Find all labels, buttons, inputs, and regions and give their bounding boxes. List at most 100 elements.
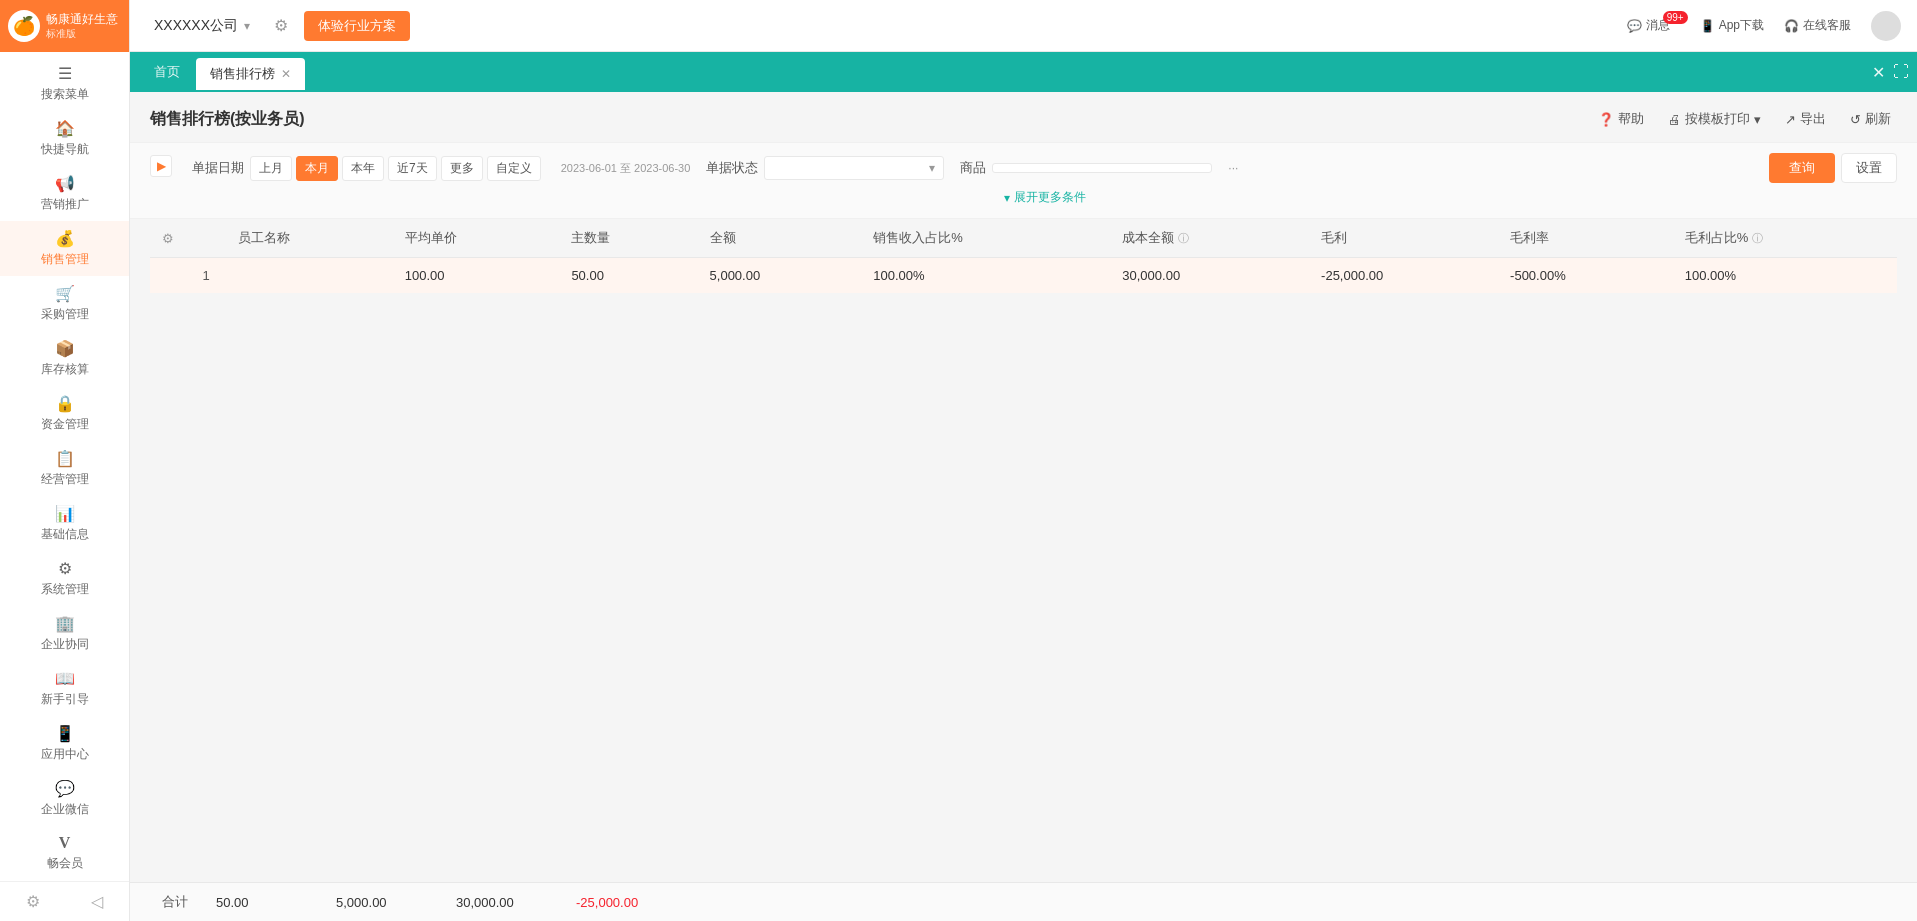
status-select[interactable]: ▾: [764, 156, 944, 180]
sidebar-item-search-order[interactable]: ☰ 搜索菜单: [0, 56, 129, 111]
sidebar-item-system[interactable]: ⚙ 系统管理: [0, 551, 129, 606]
sidebar-label-search: 搜索菜单: [41, 86, 89, 103]
wechat-icon: 💬: [55, 779, 75, 798]
date-btn-custom[interactable]: 自定义: [487, 156, 541, 181]
export-icon: ↗: [1785, 112, 1796, 127]
main-content: XXXXXX公司 ▾ ⚙ 体验行业方案 💬 消息 99+ 📱 App下载 🎧 在…: [130, 0, 1917, 921]
settings-btn[interactable]: 设置: [1841, 153, 1897, 183]
col-gross-rate: 毛利率: [1498, 219, 1673, 258]
page-header: 销售排行榜(按业务员) ❓ 帮助 🖨 按模板打印 ▾ ↗ 导出 ↺ 刷新: [130, 92, 1917, 143]
row-gross-ratio: 100.00%: [1673, 258, 1897, 294]
sidebar-logo: 🍊 畅康通好生意 标准版: [0, 0, 129, 52]
sidebar-item-quick-nav[interactable]: 🏠 快捷导航: [0, 111, 129, 166]
tab-close-icon[interactable]: ✕: [281, 67, 291, 81]
online-support-label: 在线客服: [1803, 17, 1851, 34]
goods-label: 商品: [960, 159, 986, 177]
help-icon: ❓: [1598, 112, 1614, 127]
date-btn-more[interactable]: 更多: [441, 156, 483, 181]
date-label: 单据日期: [192, 159, 244, 177]
sidebar-label-system: 系统管理: [41, 581, 89, 598]
sidebar-item-purchase[interactable]: 🛒 采购管理: [0, 276, 129, 331]
row-gross-rate: -500.00%: [1498, 258, 1673, 294]
date-btn-last-month[interactable]: 上月: [250, 156, 292, 181]
sidebar-item-base-info[interactable]: 📊 基础信息: [0, 496, 129, 551]
app-center-icon: 📱: [55, 724, 75, 743]
export-btn[interactable]: ↗ 导出: [1779, 106, 1832, 132]
sidebar-label-wechat: 企业微信: [41, 801, 89, 818]
sidebar-item-enterprise[interactable]: 🏢 企业协同: [0, 606, 129, 661]
online-support-btn[interactable]: 🎧 在线客服: [1784, 17, 1851, 34]
col-rank: [186, 219, 226, 258]
date-btn-this-month[interactable]: 本月: [296, 156, 338, 181]
tab-bar-right: ✕ ⛶: [1872, 63, 1909, 82]
goods-filter-group: 商品: [960, 159, 1212, 177]
inventory-icon: 📦: [55, 339, 75, 358]
industry-btn[interactable]: 体验行业方案: [304, 11, 410, 41]
sidebar-item-inventory[interactable]: 📦 库存核算: [0, 331, 129, 386]
status-select-arrow-icon: ▾: [929, 161, 935, 175]
col-amount: 全额: [698, 219, 862, 258]
footer-gross: -25,000.00: [576, 895, 676, 910]
guide-icon: 📖: [55, 669, 75, 688]
sidebar-item-wechat[interactable]: 💬 企业微信: [0, 771, 129, 826]
sidebar-label-guide: 新手引导: [41, 691, 89, 708]
company-selector[interactable]: XXXXXX公司 ▾: [146, 13, 258, 39]
gross-ratio-info-icon[interactable]: ⓘ: [1752, 232, 1763, 244]
refresh-label: 刷新: [1865, 110, 1891, 128]
status-label: 单据状态: [706, 159, 758, 177]
date-range-group: 上月 本月 本年 近7天 更多 自定义: [250, 156, 541, 181]
row-rank: 1: [186, 258, 226, 294]
app-download-label: App下载: [1719, 17, 1764, 34]
sidebar-item-app-center[interactable]: 📱 应用中心: [0, 716, 129, 771]
filter-more-icon[interactable]: ···: [1228, 161, 1238, 175]
avatar[interactable]: [1871, 11, 1901, 41]
maximize-icon[interactable]: ⛶: [1893, 63, 1909, 81]
cost-info-icon[interactable]: ⓘ: [1178, 232, 1189, 244]
tab-home[interactable]: 首页: [138, 52, 196, 92]
help-btn[interactable]: ❓ 帮助: [1592, 106, 1650, 132]
page-title: 销售排行榜(按业务员): [150, 109, 305, 130]
filter-main-row: ▶ 单据日期 上月 本月 本年 近7天 更多 自定义: [150, 153, 1897, 208]
expand-more-btn[interactable]: ▾ 展开更多条件: [192, 183, 1897, 208]
refresh-btn[interactable]: ↺ 刷新: [1844, 106, 1897, 132]
date-btn-last-7days[interactable]: 近7天: [388, 156, 437, 181]
sidebar-item-marketing[interactable]: 📢 营销推广: [0, 166, 129, 221]
sidebar-item-member[interactable]: V 畅会员: [0, 826, 129, 880]
sidebar-label-operations: 经营管理: [41, 471, 89, 488]
app-title-line1: 畅康通好生意: [46, 12, 118, 28]
footer-label: 合计: [162, 893, 188, 911]
row-avg-price: 100.00: [393, 258, 560, 294]
sales-icon: 💰: [55, 229, 75, 248]
table-row: 1 100.00 50.00 5,000.00 100.00% 30,000.0…: [150, 258, 1897, 294]
col-gross-ratio: 毛利占比% ⓘ: [1673, 219, 1897, 258]
footer-quantity: 50.00: [216, 895, 316, 910]
row-employee: [226, 258, 393, 294]
app-download-btn[interactable]: 📱 App下载: [1700, 17, 1764, 34]
sidebar-item-finance[interactable]: 🔒 资金管理: [0, 386, 129, 441]
print-chevron-icon: ▾: [1754, 112, 1761, 127]
status-filter-group: 单据状态 ▾: [706, 156, 944, 180]
date-btn-this-year[interactable]: 本年: [342, 156, 384, 181]
filter-collapse-btn[interactable]: ▶: [150, 155, 172, 177]
support-icon: 🎧: [1784, 19, 1799, 33]
table-head: ⚙ 员工名称 平均单价 主数量 全额 销售收入占比% 成本全额 ⓘ 毛利 毛利率: [150, 219, 1897, 258]
sidebar-collapse-btn[interactable]: ◁: [91, 892, 103, 911]
sidebar-settings-btn[interactable]: ⚙: [26, 892, 40, 911]
print-btn[interactable]: 🖨 按模板打印 ▾: [1662, 106, 1767, 132]
sidebar-item-sales[interactable]: 💰 销售管理: [0, 221, 129, 276]
query-btn[interactable]: 查询: [1769, 153, 1835, 183]
sidebar-item-guide[interactable]: 📖 新手引导: [0, 661, 129, 716]
gear-btn[interactable]: ⚙: [270, 12, 292, 39]
filter-section: ▶ 单据日期 上月 本月 本年 近7天 更多 自定义: [130, 143, 1917, 219]
table-area: ⚙ 员工名称 平均单价 主数量 全额 销售收入占比% 成本全额 ⓘ 毛利 毛利率: [130, 219, 1917, 882]
col-avg-price: 平均单价: [393, 219, 560, 258]
table-header-row: ⚙ 员工名称 平均单价 主数量 全额 销售收入占比% 成本全额 ⓘ 毛利 毛利率: [150, 219, 1897, 258]
export-label: 导出: [1800, 110, 1826, 128]
goods-input[interactable]: [992, 163, 1212, 173]
message-btn[interactable]: 💬 消息 99+: [1627, 17, 1680, 34]
sidebar-item-operations[interactable]: 📋 经营管理: [0, 441, 129, 496]
close-window-icon[interactable]: ✕: [1872, 63, 1885, 82]
app-title-line2: 标准版: [46, 27, 118, 40]
tab-sales-rank[interactable]: 销售排行榜 ✕: [196, 58, 305, 90]
col-settings[interactable]: ⚙: [150, 219, 186, 258]
